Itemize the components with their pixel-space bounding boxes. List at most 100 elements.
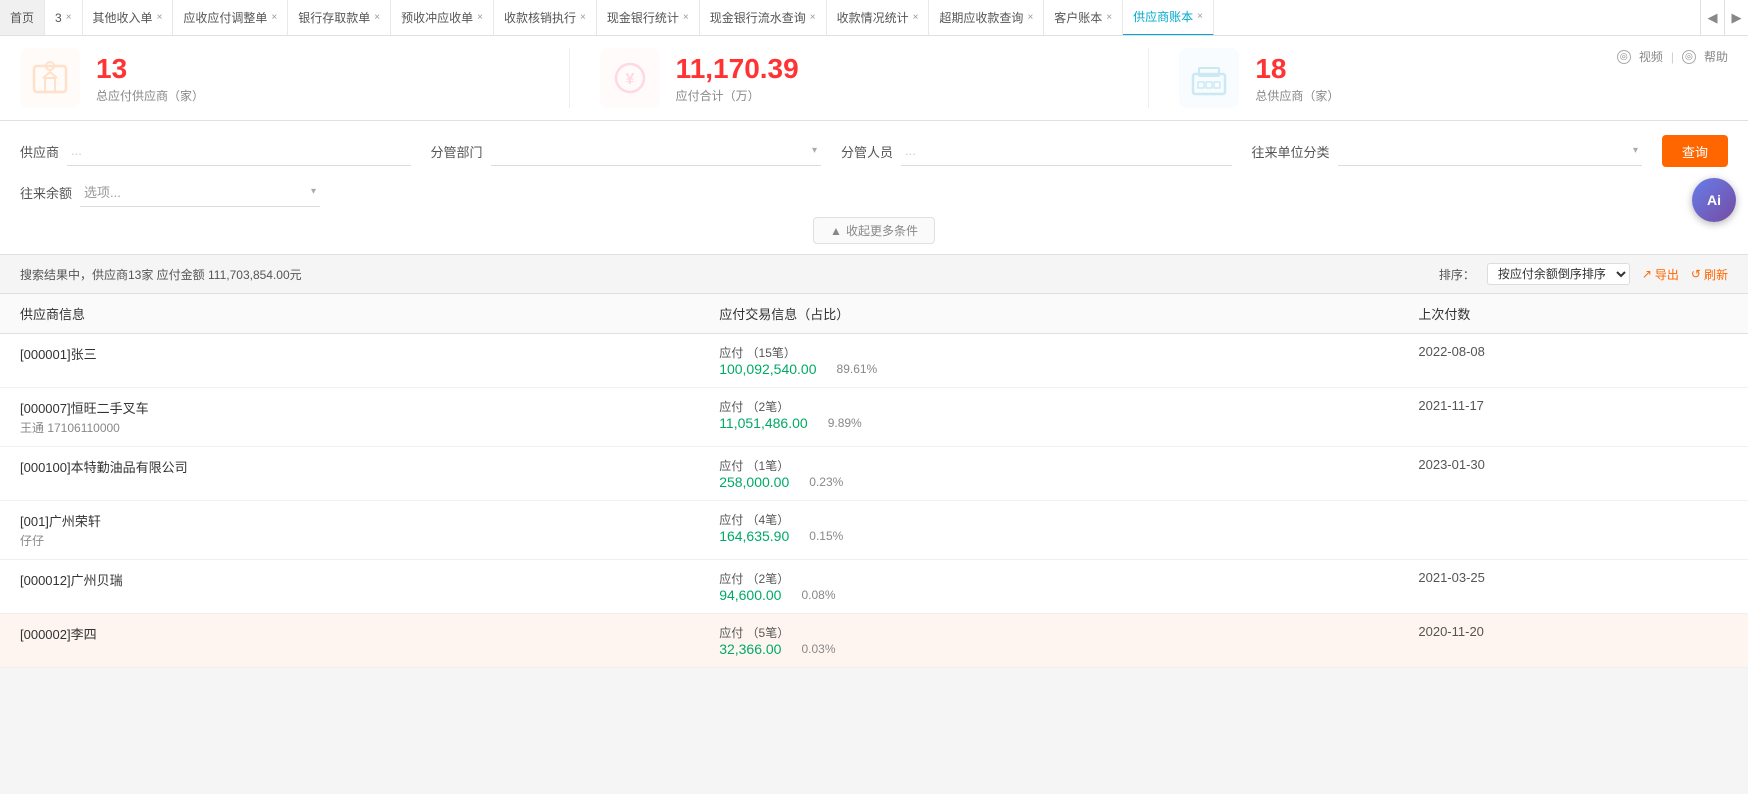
close-tab-ar-ap-adjust[interactable]: × <box>271 12 277 23</box>
nav-tab-tab3[interactable]: 3× <box>45 0 83 36</box>
close-tab-other-income[interactable]: × <box>157 12 163 23</box>
cell-lastpayment-1: 2021-11-17 <box>1398 388 1748 447</box>
tx-amount-row-0: 100,092,540.0089.61% <box>719 361 1378 377</box>
nav-left-arrow[interactable]: ◀ <box>1700 0 1724 36</box>
category-select[interactable]: ▾ <box>1338 136 1642 166</box>
nav-tab-supplier-ledger[interactable]: 供应商账本× <box>1123 0 1214 36</box>
tx-amount-row-5: 32,366.000.03% <box>719 641 1378 657</box>
tx-percentage-4: 0.08% <box>801 588 835 602</box>
close-tab-tab3[interactable]: × <box>66 12 72 23</box>
close-tab-cash-bank-stat[interactable]: × <box>683 12 689 23</box>
close-tab-supplier-ledger[interactable]: × <box>1197 11 1203 22</box>
ai-button[interactable]: Ai <box>1692 178 1736 222</box>
supplier-subinfo-3: 仔仔 <box>20 532 679 549</box>
filter-supplier: 供应商 ... <box>20 136 411 166</box>
filter-manager: 分管人员 ... <box>841 136 1232 166</box>
tx-amount-row-2: 258,000.000.23% <box>719 474 1378 490</box>
tx-type-count-1: 应付 （2笔） <box>719 398 1378 415</box>
search-button[interactable]: 查询 <box>1662 135 1728 167</box>
tx-amount-2: 258,000.00 <box>719 474 789 490</box>
manager-dots: ... <box>905 143 916 158</box>
tx-percentage-1: 9.89% <box>828 416 862 430</box>
cell-lastpayment-5: 2020-11-20 <box>1398 614 1748 668</box>
manager-input[interactable]: ... <box>901 136 1231 166</box>
video-link[interactable]: 视频 <box>1639 48 1663 65</box>
nav-tab-other-income[interactable]: 其他收入单× <box>83 0 174 36</box>
nav-tab-bank-deposit[interactable]: 银行存取款单× <box>288 0 391 36</box>
tx-type-count-5: 应付 （5笔） <box>719 624 1378 641</box>
table-row: [000100]本特勤油品有限公司应付 （1笔）258,000.000.23%2… <box>0 447 1748 501</box>
cell-supplier-3: [001]广州荣轩仔仔 <box>0 501 699 560</box>
tx-count-2: （1笔） <box>747 459 790 473</box>
balance-placeholder: 选项... <box>84 182 121 201</box>
card-number-payable-suppliers: 13 <box>96 52 204 86</box>
nav-right-arrow[interactable]: ▶ <box>1724 0 1748 36</box>
filter-balance: 往来余额 选项... ▾ <box>20 177 320 207</box>
top-navigation: 首页3×其他收入单×应收应付调整单×银行存取款单×预收冲应收单×收款核销执行×现… <box>0 0 1748 36</box>
dept-label: 分管部门 <box>431 142 483 161</box>
supplier-input[interactable]: ... <box>67 136 410 166</box>
close-tab-bank-deposit[interactable]: × <box>374 12 380 23</box>
balance-select[interactable]: 选项... ▾ <box>80 177 320 207</box>
table-header-row: 供应商信息 应付交易信息（占比） 上次付数 <box>0 294 1748 334</box>
nav-tab-home[interactable]: 首页 <box>0 0 45 36</box>
nav-tab-customer-ledger[interactable]: 客户账本× <box>1044 0 1123 36</box>
export-button[interactable]: ↗ 导出 <box>1642 266 1679 283</box>
supplier-link-0[interactable]: [000001]张三 <box>20 347 97 362</box>
close-tab-customer-ledger[interactable]: × <box>1106 12 1112 23</box>
table-row: [000012]广州贝瑞应付 （2笔）94,600.000.08%2021-03… <box>0 560 1748 614</box>
tx-amount-0: 100,092,540.00 <box>719 361 816 377</box>
supplier-link-2[interactable]: [000100]本特勤油品有限公司 <box>20 460 188 475</box>
cell-lastpayment-0: 2022-08-08 <box>1398 334 1748 388</box>
refresh-icon: ↺ <box>1691 267 1701 281</box>
nav-tab-collection-verify[interactable]: 收款核销执行× <box>494 0 597 36</box>
supplier-link-5[interactable]: [000002]李四 <box>20 627 97 642</box>
dept-select[interactable]: ▾ <box>491 136 821 166</box>
supplier-label: 供应商 <box>20 142 59 161</box>
table-row: [000007]恒旺二手叉车王通 17106110000应付 （2笔）11,05… <box>0 388 1748 447</box>
collapse-label: 收起更多条件 <box>846 222 918 239</box>
collapse-icon: ▲ <box>830 224 842 238</box>
supplier-link-1[interactable]: [000007]恒旺二手叉车 <box>20 401 149 416</box>
collapse-button[interactable]: ▲ 收起更多条件 <box>813 217 935 244</box>
table-row: [000002]李四 应付 （5笔）32,366.000.03% 2020-11-2… <box>0 614 1748 668</box>
refresh-label: 刷新 <box>1704 266 1728 283</box>
nav-tab-cash-bank-flow[interactable]: 现金银行流水查询× <box>700 0 827 36</box>
nav-tab-overdue-query[interactable]: 超期应收款查询× <box>929 0 1044 36</box>
close-tab-collection-stat[interactable]: × <box>913 12 919 23</box>
filter-row-1: 供应商 ... 分管部门 ▾ 分管人员 ... 往来单位分类 ▾ <box>20 135 1728 167</box>
card-number-payable-amount: 11,170.39 <box>676 52 799 86</box>
close-tab-cash-bank-flow[interactable]: × <box>810 12 816 23</box>
circle-icon2: ◎ <box>1682 50 1696 64</box>
sort-select[interactable]: 按应付余额倒序排序 <box>1487 263 1630 285</box>
card-content-total-suppliers: 18总供应商（家） <box>1255 52 1339 105</box>
cell-supplier-1: [000007]恒旺二手叉车王通 17106110000 <box>0 388 699 447</box>
supplier-subinfo-1: 王通 17106110000 <box>20 419 679 436</box>
top-right-links: ◎ 视频 | ◎ 帮助 <box>1617 48 1728 65</box>
close-tab-collection-verify[interactable]: × <box>580 12 586 23</box>
card-label-payable-suppliers: 总应付供应商（家） <box>96 87 204 104</box>
tx-percentage-3: 0.15% <box>809 529 843 543</box>
nav-tab-cash-bank-stat[interactable]: 现金银行统计× <box>597 0 700 36</box>
last-payment-date-0: 2022-08-08 <box>1418 344 1485 359</box>
close-tab-advance-receipt[interactable]: × <box>477 12 483 23</box>
nav-tab-ar-ap-adjust[interactable]: 应收应付调整单× <box>173 0 288 36</box>
card-label-payable-amount: 应付合计（万） <box>676 87 799 104</box>
tx-count-1: （2笔） <box>747 400 790 414</box>
tx-type-count-2: 应付 （1笔） <box>719 457 1378 474</box>
nav-tab-advance-receipt[interactable]: 预收冲应收单× <box>391 0 494 36</box>
last-payment-date-4: 2021-03-25 <box>1418 570 1485 585</box>
th-supplier-info: 供应商信息 <box>0 294 699 334</box>
manager-label: 分管人员 <box>841 142 893 161</box>
nav-tab-collection-stat[interactable]: 收款情况统计× <box>827 0 930 36</box>
help-link[interactable]: 帮助 <box>1704 48 1728 65</box>
cell-tx-3: 应付 （4笔）164,635.900.15% <box>699 501 1398 560</box>
category-arrow: ▾ <box>1633 145 1638 156</box>
supplier-link-4[interactable]: [000012]广州贝瑞 <box>20 573 123 588</box>
supplier-link-3[interactable]: [001]广州荣轩 <box>20 514 101 529</box>
refresh-button[interactable]: ↺ 刷新 <box>1691 266 1728 283</box>
close-tab-overdue-query[interactable]: × <box>1027 12 1033 23</box>
cell-lastpayment-2: 2023-01-30 <box>1398 447 1748 501</box>
card-icon-total-suppliers <box>1179 48 1239 108</box>
tx-type-4: 应付 <box>719 572 746 586</box>
